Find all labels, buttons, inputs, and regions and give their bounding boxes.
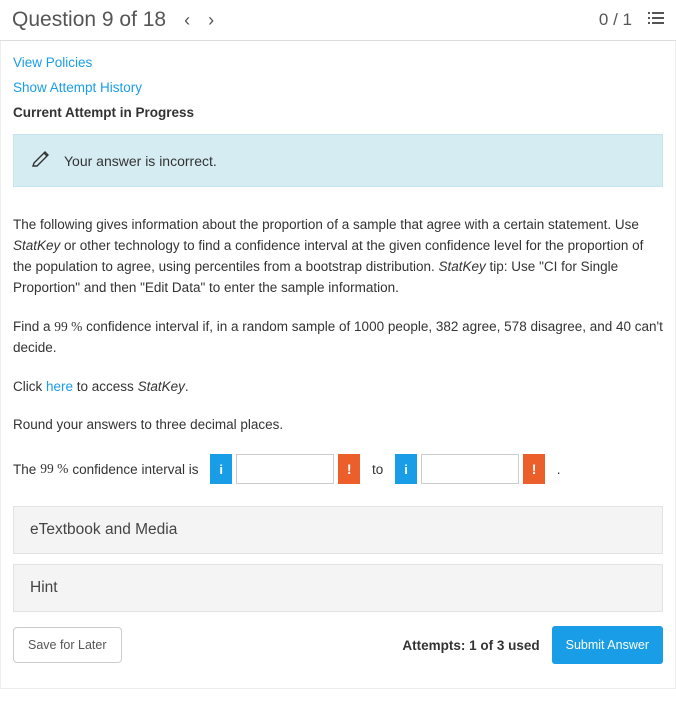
view-policies-link[interactable]: View Policies	[13, 55, 663, 70]
next-arrow-icon[interactable]: ›	[208, 10, 214, 31]
to-label: to	[372, 462, 383, 477]
p5pct: 99 %	[40, 461, 68, 477]
p5b: confidence interval is	[72, 462, 198, 477]
upper-bound-input[interactable]	[421, 454, 519, 484]
instructions-p4: Round your answers to three decimal plac…	[13, 415, 663, 436]
submit-answer-button[interactable]: Submit Answer	[552, 626, 663, 664]
question-list-icon[interactable]	[648, 11, 664, 30]
statkey-1: StatKey	[13, 238, 60, 253]
save-for-later-button[interactable]: Save for Later	[13, 627, 122, 663]
alert-text: Your answer is incorrect.	[64, 153, 217, 169]
footer-row: Save for Later Attempts: 1 of 3 used Sub…	[13, 626, 663, 664]
pencil-icon	[32, 149, 52, 172]
error-icon-2: !	[523, 454, 545, 484]
info-icon-2[interactable]: i	[395, 454, 417, 484]
question-header: Question 9 of 18 ‹ › 0 / 1	[0, 0, 676, 41]
footer-right: Attempts: 1 of 3 used Submit Answer	[402, 626, 663, 664]
lower-bound-input[interactable]	[236, 454, 334, 484]
p3c: .	[185, 379, 189, 394]
instructions-p2: Find a 99 % confidence interval if, in a…	[13, 317, 663, 359]
attempt-title: Current Attempt in Progress	[13, 105, 663, 120]
p3b: to access	[73, 379, 138, 394]
p5a: The	[13, 462, 36, 477]
statkey-link[interactable]: here	[46, 379, 73, 394]
header-right: 0 / 1	[599, 10, 664, 30]
info-icon-1[interactable]: i	[210, 454, 232, 484]
instructions-p3: Click here to access StatKey.	[13, 377, 663, 398]
period: .	[557, 462, 561, 477]
incorrect-alert: Your answer is incorrect.	[13, 134, 663, 187]
answer-row: The 99 % confidence interval is i ! to i…	[13, 454, 663, 484]
p2pct: 99 %	[54, 319, 82, 334]
p2a: Find a	[13, 319, 54, 334]
p1a: The following gives information about th…	[13, 217, 639, 232]
statkey-3: StatKey	[138, 379, 185, 394]
question-title: Question 9 of 18	[12, 8, 166, 32]
nav-arrows: ‹ ›	[184, 10, 214, 31]
p2b: confidence interval if, in a random samp…	[13, 319, 663, 355]
show-attempt-history-link[interactable]: Show Attempt History	[13, 80, 663, 95]
p3a: Click	[13, 379, 46, 394]
hint-panel[interactable]: Hint	[13, 564, 663, 612]
score-display: 0 / 1	[599, 10, 632, 30]
etextbook-panel[interactable]: eTextbook and Media	[13, 506, 663, 554]
error-icon-1: !	[338, 454, 360, 484]
prev-arrow-icon[interactable]: ‹	[184, 10, 190, 31]
content-area: View Policies Show Attempt History Curre…	[1, 41, 675, 684]
attempts-label: Attempts: 1 of 3 used	[402, 638, 539, 653]
statkey-2: StatKey	[439, 259, 486, 274]
instructions-p1: The following gives information about th…	[13, 215, 663, 299]
header-left: Question 9 of 18 ‹ ›	[12, 8, 214, 32]
